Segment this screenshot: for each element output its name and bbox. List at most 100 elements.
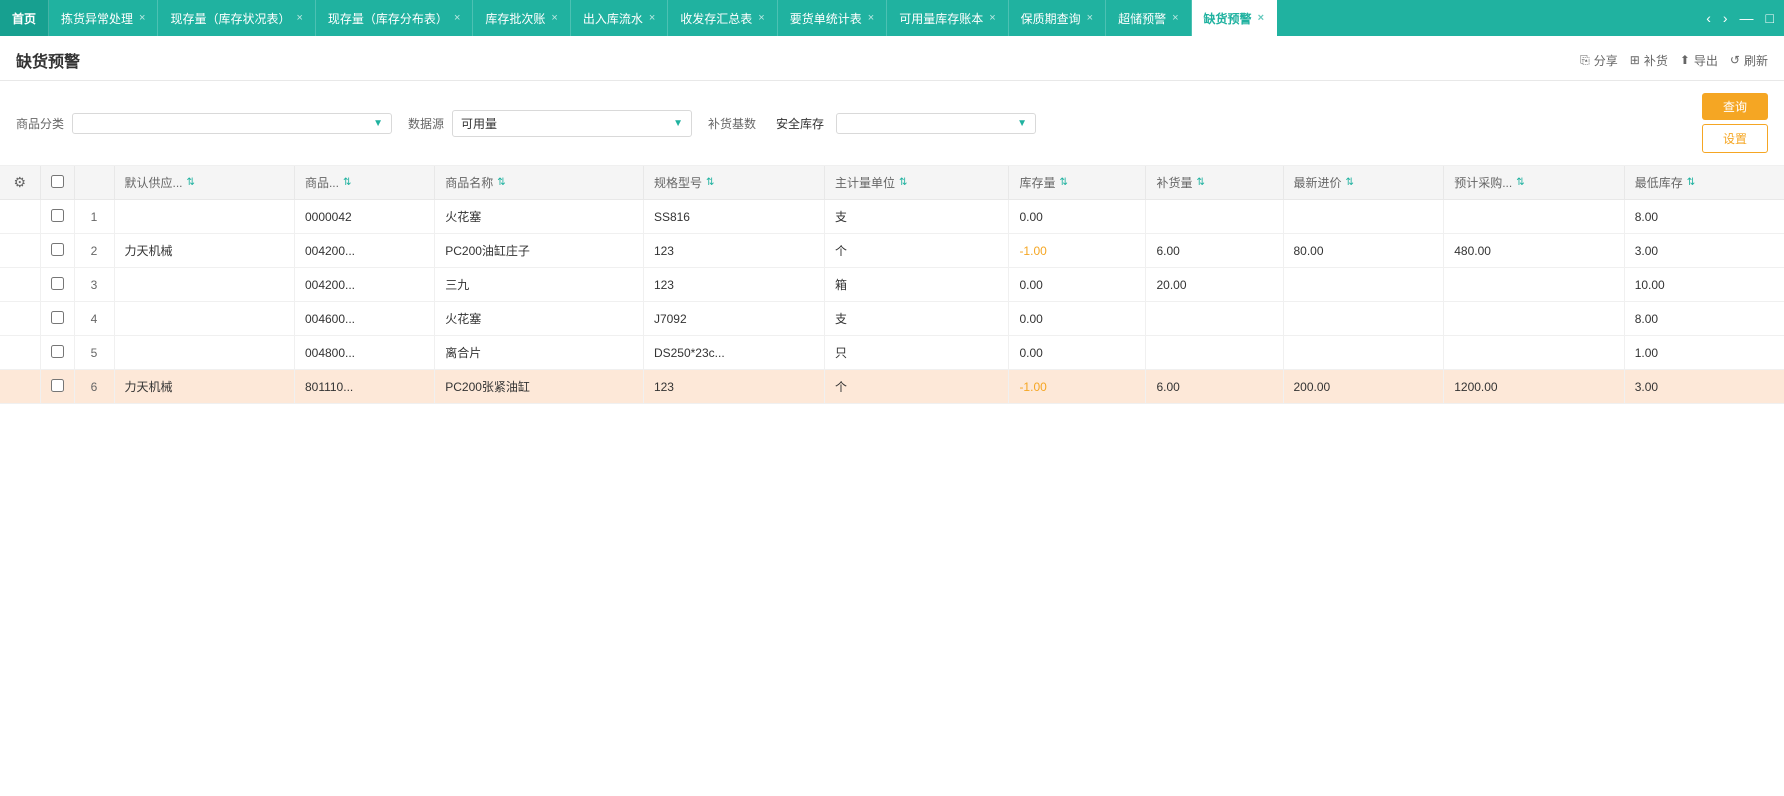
row-checkbox-cell-2[interactable]	[40, 268, 74, 302]
refresh-action[interactable]: ↺ 刷新	[1730, 52, 1768, 69]
col-goods-code-header[interactable]: 商品...⇅	[294, 166, 434, 200]
col-spec-header[interactable]: 规格型号⇅	[643, 166, 824, 200]
row-unit-4: 只	[825, 336, 1009, 370]
replenish-base-select[interactable]: ▼	[836, 113, 1036, 134]
table-row: 1 0000042 火花塞 SS816 支 0.00 8.00	[0, 200, 1784, 234]
tab-close-available-ledger[interactable]: ×	[989, 12, 995, 24]
tab-label-order-stats: 要货单统计表	[790, 10, 862, 27]
col-stock-header[interactable]: 库存量⇅	[1009, 166, 1146, 200]
row-goods-name-2: 三九	[435, 268, 644, 302]
tab-close-inout-flow[interactable]: ×	[649, 12, 655, 24]
tab-prev-button[interactable]: ‹	[1700, 10, 1717, 26]
replenish-icon: ⊞	[1630, 53, 1640, 67]
tab-close-order-stats[interactable]: ×	[868, 12, 874, 24]
table-header-row: ⚙ 默认供应...⇅ 商品...⇅ 商品名称⇅	[0, 166, 1784, 200]
row-latest-price-4	[1283, 336, 1444, 370]
tab-minimize-button[interactable]: —	[1734, 10, 1760, 26]
col-goods-name-label: 商品名称	[445, 174, 493, 191]
row-index-3: 4	[74, 302, 114, 336]
row-gear-4	[0, 336, 40, 370]
tab-maximize-button[interactable]: □	[1760, 10, 1780, 26]
tab-item-order-stats[interactable]: 要货单统计表 ×	[778, 0, 887, 36]
col-replenish-qty-header[interactable]: 补货量⇅	[1146, 166, 1283, 200]
row-checkbox-2[interactable]	[51, 277, 64, 290]
datasource-select[interactable]: 可用量 ▼	[452, 110, 692, 137]
category-select[interactable]: ▼	[72, 113, 392, 134]
row-checkbox-cell-0[interactable]	[40, 200, 74, 234]
row-checkbox-cell-4[interactable]	[40, 336, 74, 370]
tab-close-inventory-dist[interactable]: ×	[454, 12, 460, 24]
tab-item-home[interactable]: 首页	[0, 0, 49, 36]
tab-close-expiry[interactable]: ×	[1087, 12, 1093, 24]
tab-item-inout-flow[interactable]: 出入库流水×	[571, 0, 668, 36]
tab-item-overstock[interactable]: 超储预警×	[1106, 0, 1191, 36]
row-unit-1: 个	[825, 234, 1009, 268]
export-action[interactable]: ⬆ 导出	[1680, 52, 1718, 69]
tab-item-collect-send[interactable]: 收发存汇总表×	[668, 0, 777, 36]
select-all-checkbox[interactable]	[51, 175, 64, 188]
col-min-stock-header[interactable]: 最低库存⇅	[1624, 166, 1784, 200]
row-index-4: 5	[74, 336, 114, 370]
row-checkbox-4[interactable]	[51, 345, 64, 358]
row-replenish-qty-3	[1146, 302, 1283, 336]
row-checkbox-5[interactable]	[51, 379, 64, 392]
row-supplier-2	[114, 268, 294, 302]
refresh-icon: ↺	[1730, 53, 1740, 67]
row-gear-5	[0, 370, 40, 404]
tab-item-shortage[interactable]: 缺货预警×	[1192, 0, 1277, 36]
gear-settings-icon[interactable]: ⚙	[13, 174, 26, 190]
page-header: 缺货预警 ⎘ 分享 ⊞ 补货 ⬆ 导出 ↺ 刷新	[0, 36, 1784, 81]
tab-item-batch[interactable]: 库存批次账 ×	[473, 0, 570, 36]
row-checkbox-1[interactable]	[51, 243, 64, 256]
settings-button[interactable]: 设置	[1702, 124, 1768, 153]
col-supplier-label: 默认供应...	[125, 174, 183, 191]
tab-item-inventory-status[interactable]: 现存量（库存状况表）×	[158, 0, 315, 36]
tab-next-button[interactable]: ›	[1717, 10, 1734, 26]
tab-close-shortage[interactable]: ×	[1258, 12, 1264, 24]
row-replenish-qty-1: 6.00	[1146, 234, 1283, 268]
replenish-action[interactable]: ⊞ 补货	[1630, 52, 1668, 69]
tab-label-batch: 库存批次账	[485, 10, 545, 27]
tab-close-inventory-status[interactable]: ×	[296, 12, 302, 24]
replenish-base-arrow-icon: ▼	[1017, 118, 1027, 129]
row-replenish-qty-2: 20.00	[1146, 268, 1283, 302]
row-gear-1	[0, 234, 40, 268]
tab-item-available-ledger[interactable]: 可用量库存账本×	[887, 0, 1008, 36]
col-unit-header[interactable]: 主计量单位⇅	[825, 166, 1009, 200]
row-spec-2: 123	[643, 268, 824, 302]
row-goods-code-0: 0000042	[294, 200, 434, 234]
share-action[interactable]: ⎘ 分享	[1580, 52, 1618, 69]
col-checkbox-header[interactable]	[40, 166, 74, 200]
col-latest-price-header[interactable]: 最新进价⇅	[1283, 166, 1444, 200]
row-checkbox-3[interactable]	[51, 311, 64, 324]
row-checkbox-cell-1[interactable]	[40, 234, 74, 268]
export-label: 导出	[1694, 52, 1718, 69]
tab-close-abnormal[interactable]: ×	[139, 12, 145, 24]
tab-close-collect-send[interactable]: ×	[758, 12, 764, 24]
col-supplier-header[interactable]: 默认供应...⇅	[114, 166, 294, 200]
row-checkbox-cell-3[interactable]	[40, 302, 74, 336]
tab-item-expiry[interactable]: 保质期查询×	[1009, 0, 1106, 36]
row-stock-2: 0.00	[1009, 268, 1146, 302]
col-est-purchase-header[interactable]: 预计采购...⇅	[1444, 166, 1624, 200]
tab-item-inventory-dist[interactable]: 现存量（库存分布表）×	[316, 0, 473, 36]
row-est-purchase-1: 480.00	[1444, 234, 1624, 268]
goods-code-sort-icon: ⇅	[343, 177, 351, 188]
est-purchase-sort-icon: ⇅	[1516, 177, 1524, 188]
row-replenish-qty-4	[1146, 336, 1283, 370]
replenish-base-value: 安全库存	[776, 115, 824, 132]
query-button[interactable]: 查询	[1702, 93, 1768, 120]
tab-close-batch[interactable]: ×	[551, 12, 557, 24]
table-container: ⚙ 默认供应...⇅ 商品...⇅ 商品名称⇅	[0, 166, 1784, 404]
row-latest-price-2	[1283, 268, 1444, 302]
share-icon: ⎘	[1580, 53, 1590, 68]
col-gear-header[interactable]: ⚙	[0, 166, 40, 200]
tab-close-overstock[interactable]: ×	[1172, 12, 1178, 24]
col-goods-name-header[interactable]: 商品名称⇅	[435, 166, 644, 200]
tab-item-abnormal[interactable]: 拣货异常处理×	[49, 0, 158, 36]
row-checkbox-0[interactable]	[51, 209, 64, 222]
replenish-base-group: 补货基数 安全库存 ▼	[708, 113, 1036, 134]
row-checkbox-cell-5[interactable]	[40, 370, 74, 404]
col-spec-label: 规格型号	[654, 174, 702, 191]
replenish-base-label: 补货基数	[708, 115, 756, 132]
